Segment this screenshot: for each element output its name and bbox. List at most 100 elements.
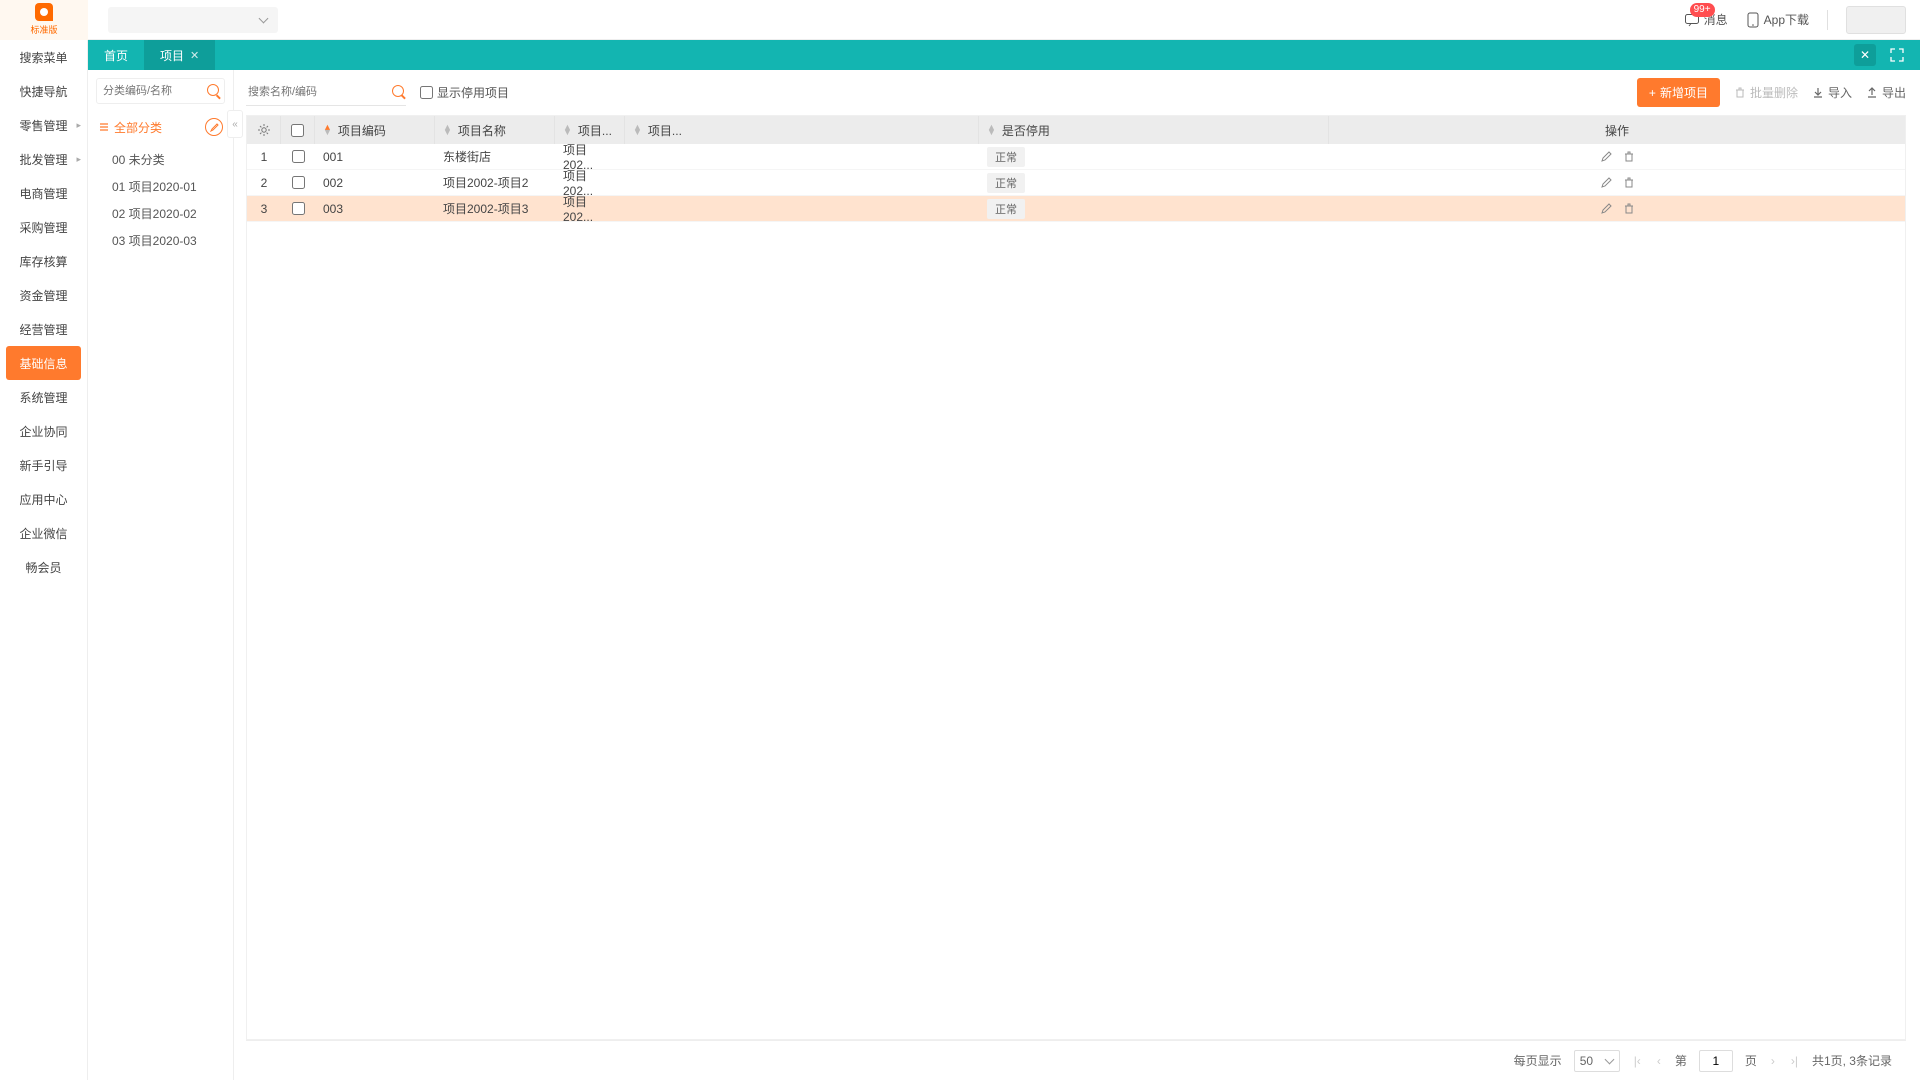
column-p3[interactable]: ▲▼ 项目... <box>555 116 625 144</box>
tab-close-button[interactable]: ✕ <box>1854 44 1876 66</box>
column-name[interactable]: ▲▼ 项目名称 <box>435 116 555 144</box>
category-item-3[interactable]: 03 项目2020-03 <box>96 227 225 254</box>
row-select[interactable] <box>281 144 315 169</box>
sidebar-item-14[interactable]: 企业微信 <box>0 516 87 550</box>
plus-icon: + <box>1649 86 1656 100</box>
sidebar-item-13[interactable]: 应用中心 <box>0 482 87 516</box>
add-project-button[interactable]: + 新增项目 <box>1637 78 1720 107</box>
row-checkbox[interactable] <box>292 150 305 163</box>
edit-button[interactable] <box>1600 176 1613 189</box>
tab-project[interactable]: 项目 ✕ <box>144 40 215 70</box>
category-edit-button[interactable] <box>205 118 223 136</box>
sidebar-item-5[interactable]: 采购管理 <box>0 210 87 244</box>
status-badge: 正常 <box>987 173 1025 193</box>
org-select[interactable] <box>108 7 278 33</box>
column-operations-label: 操作 <box>1605 122 1629 139</box>
select-all-checkbox[interactable] <box>291 124 304 137</box>
column-p4[interactable]: ▲▼ 项目... <box>625 116 979 144</box>
batch-delete-label: 批量删除 <box>1750 84 1798 101</box>
row-index: 1 <box>247 144 281 169</box>
sidebar-item-4[interactable]: 电商管理 <box>0 176 87 210</box>
category-item-2[interactable]: 02 项目2020-02 <box>96 200 225 227</box>
row-index: 3 <box>247 196 281 221</box>
collapse-panel-button[interactable]: « <box>227 110 243 138</box>
messages-button[interactable]: 99+ 消息 <box>1684 11 1728 28</box>
category-item-1[interactable]: 01 项目2020-01 <box>96 173 225 200</box>
grid-body: 1001东楼街店项目202...正常2002项目2002-项目2项目202...… <box>247 144 1905 222</box>
export-button[interactable]: 导出 <box>1866 84 1906 101</box>
status-badge: 正常 <box>987 147 1025 167</box>
column-settings[interactable] <box>247 116 281 144</box>
app-download-label: App下载 <box>1764 11 1809 28</box>
sidebar-item-1[interactable]: 快捷导航 <box>0 74 87 108</box>
row-checkbox[interactable] <box>292 202 305 215</box>
page-next[interactable]: › <box>1769 1054 1777 1068</box>
sidebar-item-6[interactable]: 库存核算 <box>0 244 87 278</box>
import-label: 导入 <box>1828 84 1852 101</box>
tab-project-label: 项目 <box>160 47 184 64</box>
batch-delete-button[interactable]: 批量删除 <box>1734 84 1798 101</box>
sidebar-item-8[interactable]: 经营管理 <box>0 312 87 346</box>
cell-code: 002 <box>315 170 435 195</box>
sidebar-item-0[interactable]: 搜索菜单 <box>0 40 87 74</box>
toolbar: 显示停用项目 + 新增项目 批量删除 导入 <box>246 78 1906 107</box>
search-icon[interactable] <box>392 85 404 97</box>
column-operations: 操作 <box>1329 116 1905 144</box>
cell-status: 正常 <box>979 144 1329 169</box>
sidebar-item-3[interactable]: 批发管理▸ <box>0 142 87 176</box>
brand-glyph <box>35 3 53 21</box>
trash-icon <box>1623 176 1635 189</box>
edit-button[interactable] <box>1600 150 1613 163</box>
cell-ops <box>1329 144 1905 169</box>
category-item-0[interactable]: 00 未分类 <box>96 146 225 173</box>
show-disabled-checkbox[interactable] <box>420 86 433 99</box>
sidebar-item-9[interactable]: 基础信息 <box>6 346 81 380</box>
page-total: 共1页, 3条记录 <box>1812 1052 1892 1069</box>
app-download-button[interactable]: App下载 <box>1746 11 1809 28</box>
table-row[interactable]: 1001东楼街店项目202...正常 <box>247 144 1905 170</box>
sidebar-item-11[interactable]: 企业协同 <box>0 414 87 448</box>
column-select-all[interactable] <box>281 116 315 144</box>
search-icon[interactable] <box>207 84 219 96</box>
edit-button[interactable] <box>1600 202 1613 215</box>
import-icon <box>1812 87 1824 99</box>
delete-button[interactable] <box>1623 150 1635 163</box>
search-input[interactable] <box>246 80 406 106</box>
table-row[interactable]: 2002项目2002-项目2项目202...正常 <box>247 170 1905 196</box>
close-icon[interactable]: ✕ <box>190 49 199 62</box>
tab-home[interactable]: 首页 <box>88 40 144 70</box>
sidebar-item-15[interactable]: 畅会员 <box>0 550 87 584</box>
expand-icon <box>1890 48 1904 62</box>
delete-button[interactable] <box>1623 202 1635 215</box>
sort-indicator-icon: ▲▼ <box>633 125 642 135</box>
export-icon <box>1866 87 1878 99</box>
column-code[interactable]: ▲▼ 项目编码 <box>315 116 435 144</box>
page-last[interactable]: ›| <box>1789 1054 1800 1068</box>
category-search-input[interactable] <box>96 78 225 104</box>
per-page-select[interactable]: 50 <box>1574 1050 1620 1072</box>
badge-count: 99+ <box>1690 3 1715 17</box>
import-button[interactable]: 导入 <box>1812 84 1852 101</box>
sidebar-item-10[interactable]: 系统管理 <box>0 380 87 414</box>
fullscreen-button[interactable] <box>1886 44 1908 66</box>
page-input[interactable] <box>1699 1050 1733 1072</box>
sidebar-item-12[interactable]: 新手引导 <box>0 448 87 482</box>
main: 首页 项目 ✕ ✕ 全部分类 <box>88 40 1920 1080</box>
page-prev[interactable]: ‹ <box>1655 1054 1663 1068</box>
table-row[interactable]: 3003项目2002-项目3项目202...正常 <box>247 196 1905 222</box>
category-all[interactable]: 全部分类 <box>96 114 225 140</box>
user-avatar[interactable] <box>1846 6 1906 34</box>
row-select[interactable] <box>281 196 315 221</box>
delete-button[interactable] <box>1623 176 1635 189</box>
row-select[interactable] <box>281 170 315 195</box>
sidebar-item-2[interactable]: 零售管理▸ <box>0 108 87 142</box>
column-stop[interactable]: ▲▼ 是否停用 <box>979 116 1329 144</box>
caret-icon: ▸ <box>76 154 81 165</box>
sidebar-item-7[interactable]: 资金管理 <box>0 278 87 312</box>
show-disabled-toggle[interactable]: 显示停用项目 <box>420 84 509 101</box>
page-first[interactable]: |‹ <box>1632 1054 1643 1068</box>
row-checkbox[interactable] <box>292 176 305 189</box>
column-p3-label: 项目... <box>578 122 612 139</box>
brand-subtitle: 标准版 <box>30 23 57 36</box>
sort-indicator-icon: ▲▼ <box>987 125 996 135</box>
